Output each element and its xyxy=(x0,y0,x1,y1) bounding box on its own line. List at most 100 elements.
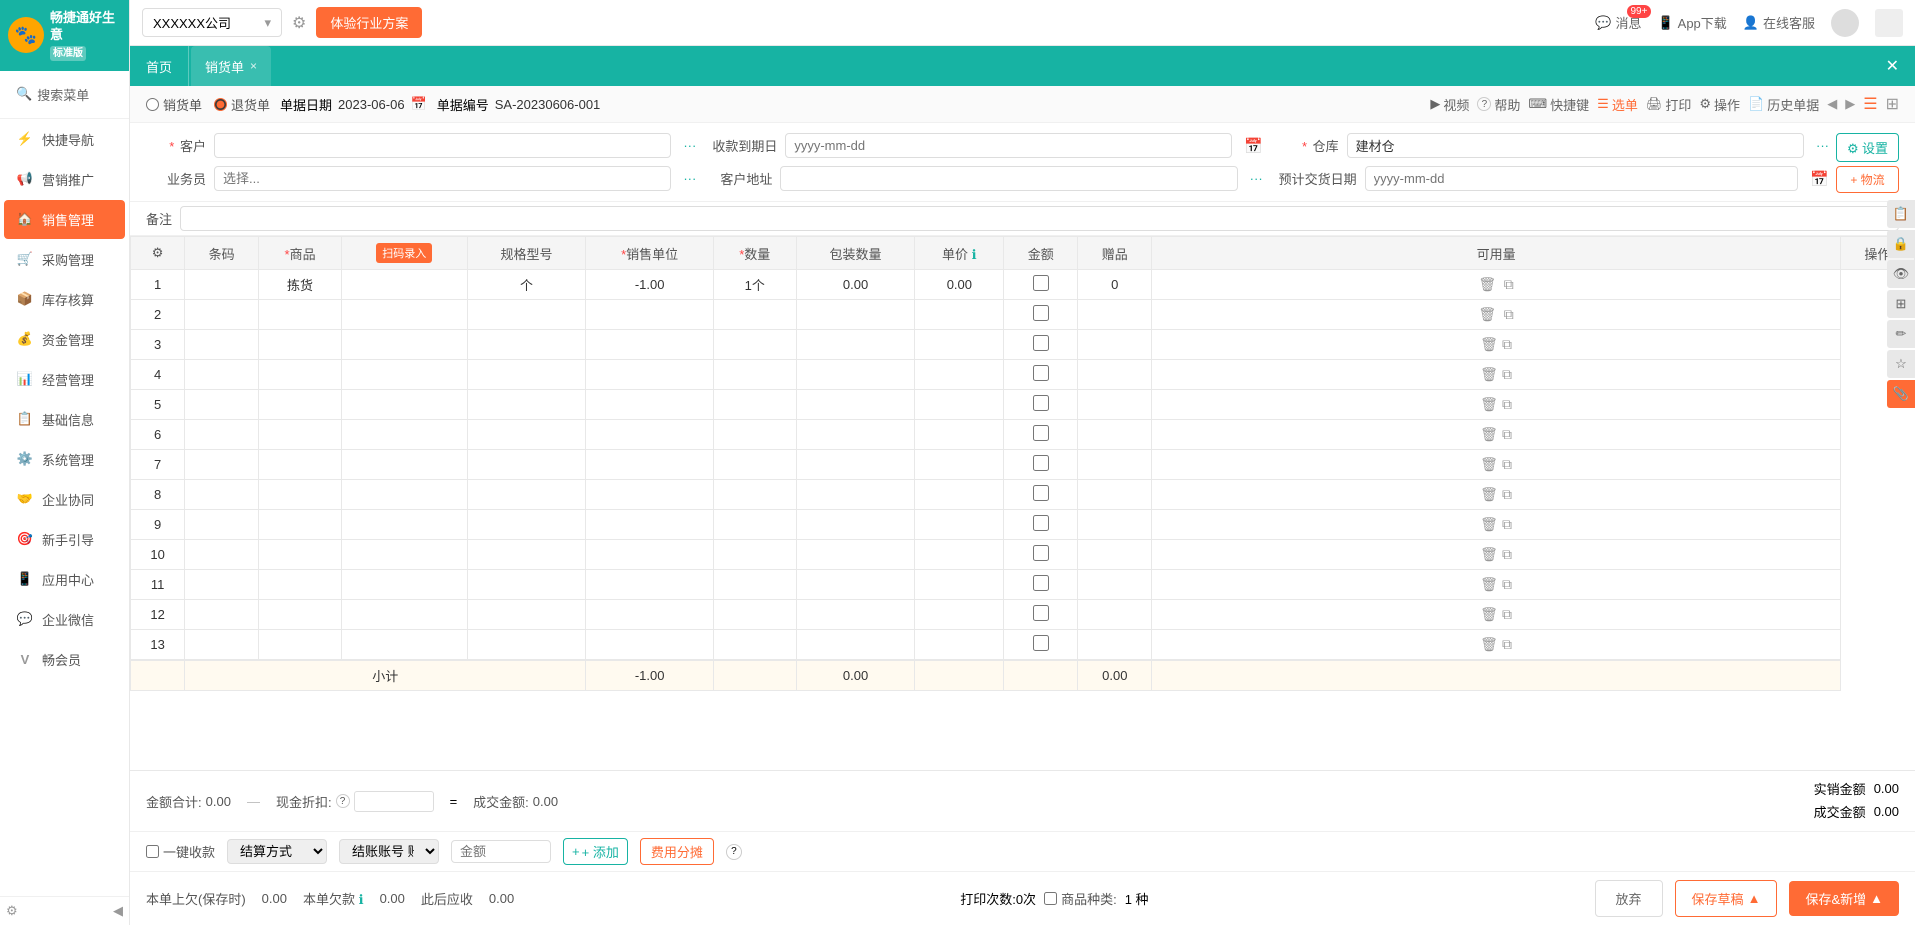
sidebar-item-basic[interactable]: 📋 基础信息 xyxy=(4,400,125,439)
payment-amount-input[interactable] xyxy=(451,840,551,863)
th-scan[interactable]: 扫码录入 xyxy=(341,237,467,270)
float-btn-attach[interactable]: 📎 xyxy=(1887,380,1915,408)
cell-unit-2[interactable] xyxy=(467,300,586,330)
delete-icon-3[interactable]: 🗑 xyxy=(1480,336,1498,352)
customer-input[interactable] xyxy=(214,133,671,158)
cell-barcode-1[interactable] xyxy=(185,270,259,300)
cell-spec-2[interactable] xyxy=(341,300,467,330)
sidebar-item-operations[interactable]: 📊 经营管理 xyxy=(4,360,125,399)
salesperson-input[interactable] xyxy=(214,166,671,191)
customer-more-btn[interactable]: ··· xyxy=(683,138,696,153)
app-download-area[interactable]: 📱 App下载 xyxy=(1657,13,1726,32)
salesperson-more-btn[interactable]: ··· xyxy=(683,171,696,186)
radio-return-input[interactable] xyxy=(214,98,227,111)
tab-home[interactable]: 首页 xyxy=(130,46,189,86)
float-btn-lock[interactable]: 🔒 xyxy=(1887,230,1915,258)
expense-btn[interactable]: 费用分摊 xyxy=(640,838,714,865)
tab-close-button[interactable]: × xyxy=(250,59,257,73)
logistics-button[interactable]: + 物流 xyxy=(1836,166,1899,193)
toolbar-video-btn[interactable]: ▶ 视频 xyxy=(1430,95,1469,114)
search-menu-item[interactable]: 🔍 搜索菜单 xyxy=(8,79,121,110)
cell-qty-1[interactable]: -1.00 xyxy=(586,270,714,300)
message-badge-area[interactable]: 💬 消息 99+ xyxy=(1595,13,1641,32)
sidebar-item-sales[interactable]: 🏠 销售管理 xyxy=(4,200,125,239)
scan-btn[interactable]: 扫码录入 xyxy=(376,243,432,263)
toolbar-print-btn[interactable]: 🖨 打印 xyxy=(1646,95,1692,114)
discount-info-icon[interactable]: ? xyxy=(336,794,350,808)
save-draft-button[interactable]: 保存草稿 ▲ xyxy=(1675,880,1778,917)
grid-view-icon[interactable]: ⊞ xyxy=(1886,94,1899,114)
remark-input[interactable] xyxy=(180,206,1899,231)
delivery-calendar-icon[interactable]: 📅 xyxy=(1810,170,1829,188)
next-icon[interactable]: ▶ xyxy=(1845,96,1855,112)
payment-method-select[interactable]: 结算方式 xyxy=(227,839,327,864)
sidebar-item-quick-nav[interactable]: ⚡ 快捷导航 xyxy=(4,120,125,159)
list-view-icon[interactable]: ☰ xyxy=(1863,94,1877,114)
account-select[interactable]: 结账账号 账号 xyxy=(339,839,439,864)
sidebar-item-wechat[interactable]: 💬 企业微信 xyxy=(4,600,125,639)
cell-price-1[interactable]: 0.00 xyxy=(796,270,915,300)
sidebar-item-purchase[interactable]: 🛒 采购管理 xyxy=(4,240,125,279)
prev-icon[interactable]: ◀ xyxy=(1827,96,1837,112)
radio-return[interactable]: 退货单 xyxy=(214,95,270,114)
copy-icon-1[interactable]: ⧉ xyxy=(1504,276,1514,292)
payment-checkbox-input[interactable] xyxy=(146,845,159,858)
cell-spec-1[interactable] xyxy=(341,270,467,300)
sidebar-item-marketing[interactable]: 📢 营销推广 xyxy=(4,160,125,199)
cell-product-2[interactable] xyxy=(259,300,342,330)
user-avatar[interactable] xyxy=(1831,9,1859,37)
tab-bar-close-all[interactable]: ✕ xyxy=(1870,56,1915,76)
trial-button[interactable]: 体验行业方案 xyxy=(316,7,422,38)
toolbar-shortcut-btn[interactable]: ⌨ 快捷键 xyxy=(1528,95,1589,114)
float-btn-copy[interactable]: 📋 xyxy=(1887,200,1915,228)
toolbar-operation-btn[interactable]: ⚙ 操作 xyxy=(1699,95,1740,114)
gift-checkbox-2[interactable] xyxy=(1033,305,1049,321)
float-btn-star[interactable]: ☆ xyxy=(1887,350,1915,378)
settings-icon-topbar[interactable]: ⚙ xyxy=(292,13,306,33)
float-btn-grid[interactable]: ⊞ xyxy=(1887,290,1915,318)
sidebar-collapse-icon[interactable]: ◀ xyxy=(113,903,123,919)
warehouse-more-btn[interactable]: ··· xyxy=(1816,138,1829,153)
sidebar-settings-icon[interactable]: ⚙ xyxy=(6,903,18,919)
copy-icon-2[interactable]: ⧉ xyxy=(1504,306,1514,322)
company-selector[interactable]: XXXXXX公司 ▾ xyxy=(142,8,282,37)
delete-icon-1[interactable]: 🗑 xyxy=(1478,276,1496,292)
sidebar-item-enterprise[interactable]: 🤝 企业协同 xyxy=(4,480,125,519)
warehouse-input[interactable]: 建材仓 xyxy=(1347,133,1804,158)
gift-checkbox-3[interactable] xyxy=(1033,335,1049,351)
th-settings[interactable]: ⚙ xyxy=(131,237,185,270)
sidebar-item-finance[interactable]: 💰 资金管理 xyxy=(4,320,125,359)
expense-help-icon[interactable]: ? xyxy=(726,844,742,860)
sidebar-item-apps[interactable]: 📱 应用中心 xyxy=(4,560,125,599)
user-menu-icon[interactable] xyxy=(1875,9,1903,37)
radio-sale[interactable]: 销货单 xyxy=(146,95,202,114)
cell-pack-qty-2[interactable] xyxy=(713,300,796,330)
gift-checkbox-1[interactable] xyxy=(1033,275,1049,291)
sidebar-item-system[interactable]: ⚙️ 系统管理 xyxy=(4,440,125,479)
cell-barcode-2[interactable] xyxy=(185,300,259,330)
receivable-calendar-icon[interactable]: 📅 xyxy=(1244,137,1263,155)
address-more-btn[interactable]: ··· xyxy=(1250,171,1263,186)
copy-icon-3[interactable]: ⧉ xyxy=(1502,336,1512,352)
add-payment-btn[interactable]: + + 添加 xyxy=(563,838,628,865)
cell-qty-2[interactable] xyxy=(586,300,714,330)
save-new-button[interactable]: 保存&新增 ▲ xyxy=(1789,881,1899,916)
owe2-info-icon[interactable]: ℹ xyxy=(359,892,364,907)
toolbar-help-btn[interactable]: ? 帮助 xyxy=(1477,95,1520,114)
tab-sales-order[interactable]: 销货单 × xyxy=(191,46,271,86)
float-btn-edit[interactable]: ✏ xyxy=(1887,320,1915,348)
delete-icon-2[interactable]: 🗑 xyxy=(1478,306,1496,322)
expected-delivery-input[interactable] xyxy=(1365,166,1799,191)
product-types-checkbox[interactable] xyxy=(1044,892,1057,905)
toolbar-history-btn[interactable]: 📄 历史单据 xyxy=(1748,95,1819,114)
toolbar-select-btn[interactable]: ☰ 选单 xyxy=(1597,95,1638,114)
receivable-date-input[interactable] xyxy=(785,133,1232,158)
float-btn-view[interactable]: 👁 xyxy=(1887,260,1915,288)
cell-gift-2[interactable] xyxy=(1004,300,1078,330)
sidebar-item-inventory[interactable]: 📦 库存核算 xyxy=(4,280,125,319)
cell-price-2[interactable] xyxy=(796,300,915,330)
radio-sale-input[interactable] xyxy=(146,98,159,111)
customer-address-input[interactable] xyxy=(780,166,1237,191)
online-service-area[interactable]: 👤 在线客服 xyxy=(1743,13,1815,32)
one-click-payment-checkbox[interactable]: 一键收款 xyxy=(146,842,215,861)
